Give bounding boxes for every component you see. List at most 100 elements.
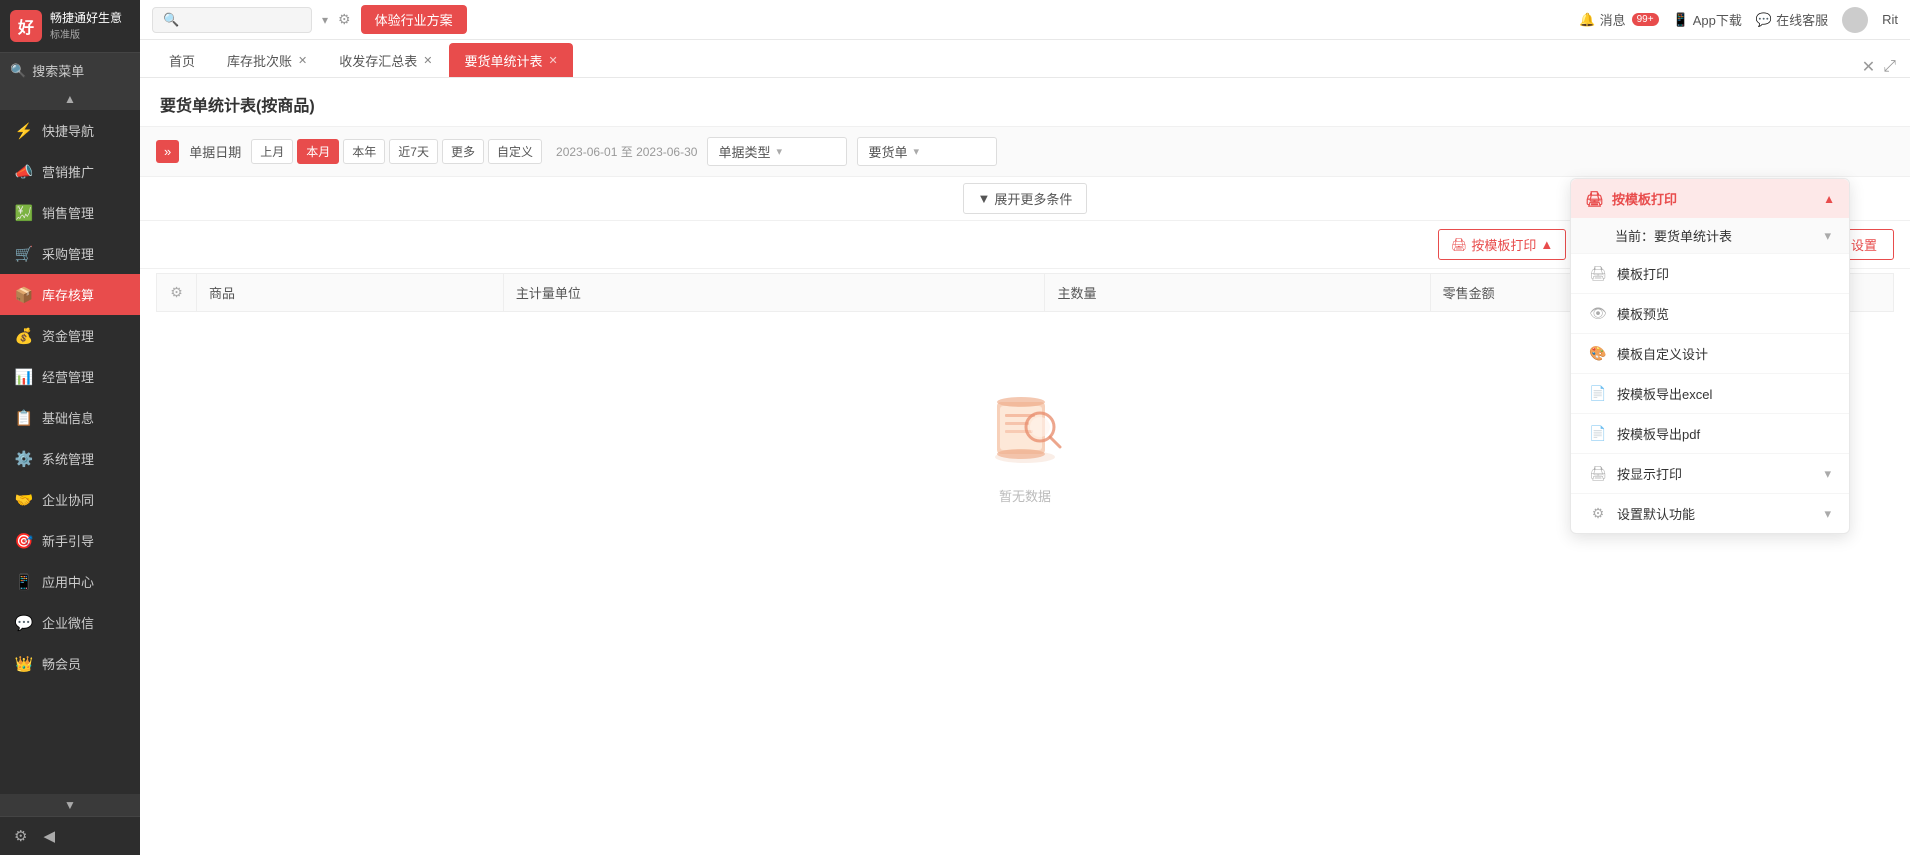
sidebar-item-system[interactable]: ⚙️ 系统管理 — [0, 438, 140, 479]
sidebar-item-inventory[interactable]: 📦 库存核算 — [0, 274, 140, 315]
sidebar-item-app-center[interactable]: 📱 应用中心 — [0, 561, 140, 602]
sidebar-settings-btn[interactable]: ⚙ — [14, 827, 27, 845]
sidebar-item-marketing[interactable]: 📣 营销推广 — [0, 151, 140, 192]
type-filter-chevron: ▾ — [776, 145, 782, 158]
sidebar-scroll-down[interactable]: ▼ — [0, 794, 140, 816]
sidebar-item-finance[interactable]: 💰 资金管理 — [0, 315, 140, 356]
dropdown-display-print[interactable]: 🖨 按显示打印 ▾ — [1571, 454, 1849, 494]
dropdown-current-item[interactable]: 当前：要货单统计表 ▾ — [1571, 218, 1849, 254]
date-btn-prev-month[interactable]: 上月 — [251, 139, 293, 164]
date-btn-cur-month[interactable]: 本月 — [297, 139, 339, 164]
expand-more-btn[interactable]: ▼ 展开更多条件 — [963, 183, 1088, 214]
goods-filter-chevron: ▾ — [913, 145, 919, 158]
sidebar-item-label: 新手引导 — [42, 531, 94, 550]
topbar-search-icon: 🔍 — [163, 12, 179, 28]
date-btn-custom[interactable]: 自定义 — [488, 139, 542, 164]
user-name: Rit — [1882, 12, 1898, 27]
date-btn-cur-year[interactable]: 本年 — [343, 139, 385, 164]
sidebar-collapse-btn[interactable]: ◀ — [43, 827, 55, 845]
sidebar-scroll-up[interactable]: ▲ — [0, 88, 140, 110]
sidebar-item-purchase[interactable]: 🛒 采购管理 — [0, 233, 140, 274]
topbar-gear-icon[interactable]: ⚙ — [338, 11, 351, 28]
goods-filter-select[interactable]: 要货单 ▾ — [857, 137, 997, 166]
set-default-chevron: ▾ — [1824, 506, 1831, 522]
display-print-chevron: ▾ — [1824, 466, 1831, 482]
tab-receipts-summary-close[interactable]: ✕ — [423, 54, 432, 67]
date-btn-more[interactable]: 更多 — [442, 139, 484, 164]
dropdown-item-template-print[interactable]: 🖨 模板打印 — [1571, 254, 1849, 294]
main-area: 🔍 ▾ ⚙ 体验行业方案 🔔 消息 99+ 📱 App下载 💬 在线客服 Rit — [140, 0, 1910, 855]
tab-order-stats[interactable]: 要货单统计表 ✕ — [449, 43, 572, 77]
app-name: 畅捷通好生意 — [50, 11, 122, 27]
sidebar-item-enterprise[interactable]: 🤝 企业协同 — [0, 479, 140, 520]
page-title: 要货单统计表(按商品) — [140, 78, 1910, 127]
notifications-label: 消息 — [1600, 10, 1626, 29]
notifications-badge: 99+ — [1632, 13, 1659, 26]
dropdown-printer-icon: 🖨 — [1585, 190, 1604, 208]
print-template-btn[interactable]: 🖨 按模板打印 ▲ — [1438, 229, 1566, 260]
user-avatar[interactable] — [1842, 7, 1868, 33]
filter-expand-btn[interactable]: » — [156, 140, 179, 163]
quick-nav-icon: ⚡ — [14, 122, 34, 140]
sidebar-item-label: 系统管理 — [42, 449, 94, 468]
sidebar-item-label: 应用中心 — [42, 572, 94, 591]
experience-btn[interactable]: 体验行业方案 — [361, 5, 467, 34]
dropdown-header[interactable]: 🖨 按模板打印 ▲ — [1571, 179, 1849, 218]
sidebar-item-newbie[interactable]: 🎯 新手引导 — [0, 520, 140, 561]
sidebar-item-sales[interactable]: 💹 销售管理 — [0, 192, 140, 233]
empty-state-icon — [975, 372, 1075, 472]
type-filter-select[interactable]: 单据类型 ▾ — [707, 137, 847, 166]
dropdown-title: 按模板打印 — [1612, 189, 1677, 208]
goods-filter-label: 要货单 — [868, 142, 907, 161]
service-icon: 💬 — [1756, 12, 1772, 28]
sidebar-item-label: 企业微信 — [42, 613, 94, 632]
window-maximize-btn[interactable]: ⤢ — [1883, 58, 1896, 76]
basic-info-icon: 📋 — [14, 409, 34, 427]
dropdown-item-export-excel[interactable]: 📄 按模板导出excel — [1571, 374, 1849, 414]
topbar: 🔍 ▾ ⚙ 体验行业方案 🔔 消息 99+ 📱 App下载 💬 在线客服 Rit — [140, 0, 1910, 40]
window-close-btn[interactable]: ✕ — [1862, 57, 1875, 77]
sidebar-item-quick-nav[interactable]: ⚡ 快捷导航 — [0, 110, 140, 151]
window-controls: ✕ ⤢ — [1862, 57, 1896, 77]
operation-icon: 📊 — [14, 368, 34, 386]
enterprise-icon: 🤝 — [14, 491, 34, 509]
sidebar-item-basic-info[interactable]: 📋 基础信息 — [0, 397, 140, 438]
topbar-chevron-icon[interactable]: ▾ — [322, 13, 328, 27]
dropdown-item-template-preview[interactable]: 👁 模板预览 — [1571, 294, 1849, 334]
export-pdf-icon: 📄 — [1589, 425, 1607, 442]
tab-receipts-summary[interactable]: 收发存汇总表 ✕ — [324, 43, 447, 77]
dropdown-display-print-left: 🖨 按显示打印 — [1589, 464, 1682, 483]
template-print-icon: 🖨 — [1589, 265, 1607, 282]
tab-order-stats-close[interactable]: ✕ — [549, 54, 558, 67]
dropdown-item-label: 模板打印 — [1617, 264, 1669, 283]
sidebar-item-label: 采购管理 — [42, 244, 94, 263]
search-menu-button[interactable]: 🔍 搜索菜单 — [0, 53, 140, 88]
topbar-search-input[interactable] — [185, 13, 301, 27]
date-btn-7days[interactable]: 近7天 — [389, 139, 438, 164]
tab-batch-account[interactable]: 库存批次账 ✕ — [212, 43, 322, 77]
marketing-icon: 📣 — [14, 163, 34, 181]
date-filter-group: 上月 本月 本年 近7天 更多 自定义 — [251, 139, 542, 164]
topbar-search-box[interactable]: 🔍 — [152, 7, 312, 33]
app-download-btn[interactable]: 📱 App下载 — [1673, 10, 1742, 29]
col-quantity: 主数量 — [1045, 274, 1430, 312]
dropdown-item-template-design[interactable]: 🎨 模板自定义设计 — [1571, 334, 1849, 374]
download-icon: 📱 — [1673, 12, 1689, 28]
dropdown-item-label: 按模板导出pdf — [1617, 424, 1700, 443]
dropdown-set-default[interactable]: ⚙ 设置默认功能 ▾ — [1571, 494, 1849, 533]
sidebar-item-membership[interactable]: 👑 畅会员 — [0, 643, 140, 684]
sidebar-item-wechat[interactable]: 💬 企业微信 — [0, 602, 140, 643]
tab-home[interactable]: 首页 — [154, 43, 210, 77]
display-print-label: 按显示打印 — [1617, 464, 1682, 483]
topbar-right: 🔔 消息 99+ 📱 App下载 💬 在线客服 Rit — [1579, 7, 1898, 33]
tab-batch-account-close[interactable]: ✕ — [298, 54, 307, 67]
sidebar-item-operation[interactable]: 📊 经营管理 — [0, 356, 140, 397]
online-service-btn[interactable]: 💬 在线客服 — [1756, 10, 1828, 29]
dropdown-item-export-pdf[interactable]: 📄 按模板导出pdf — [1571, 414, 1849, 454]
dropdown-set-default-left: ⚙ 设置默认功能 — [1589, 504, 1695, 523]
col-settings[interactable]: ⚙ — [157, 274, 197, 312]
search-icon: 🔍 — [10, 63, 26, 79]
table-settings-icon[interactable]: ⚙ — [170, 284, 183, 300]
notifications-btn[interactable]: 🔔 消息 99+ — [1579, 10, 1658, 29]
date-range-display: 2023-06-01 至 2023-06-30 — [556, 143, 697, 160]
